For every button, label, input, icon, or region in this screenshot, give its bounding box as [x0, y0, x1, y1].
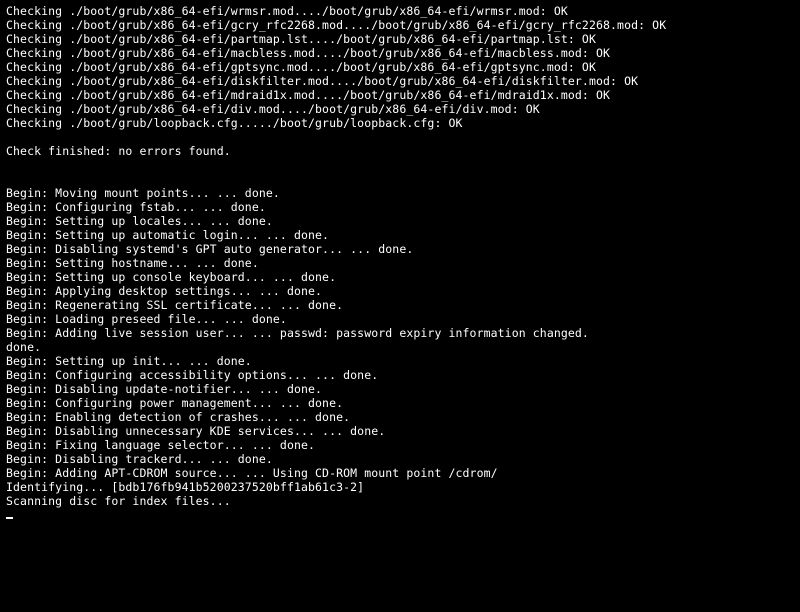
terminal-line: Begin: Disabling unnecessary KDE service…	[6, 424, 794, 438]
terminal-line: Begin: Adding APT-CDROM source... ... Us…	[6, 466, 794, 480]
terminal-line: Begin: Regenerating SSL certificate... .…	[6, 298, 794, 312]
terminal-line: Checking ./boot/grub/x86_64-efi/div.mod.…	[6, 102, 794, 116]
terminal-line: Checking ./boot/grub/x86_64-efi/gptsync.…	[6, 60, 794, 74]
boot-terminal-output: Checking ./boot/grub/x86_64-efi/wrmsr.mo…	[0, 0, 800, 522]
cursor-icon	[6, 517, 13, 519]
terminal-line: Checking ./boot/grub/x86_64-efi/partmap.…	[6, 32, 794, 46]
terminal-line: Checking ./boot/grub/x86_64-efi/gcry_rfc…	[6, 18, 794, 32]
terminal-line: Check finished: no errors found.	[6, 144, 794, 158]
terminal-line: Begin: Disabling trackerd... ... done.	[6, 452, 794, 466]
terminal-line: Begin: Configuring accessibility options…	[6, 368, 794, 382]
terminal-line: Begin: Configuring fstab... ... done.	[6, 200, 794, 214]
terminal-line: Begin: Disabling systemd's GPT auto gene…	[6, 242, 794, 256]
terminal-line: Begin: Setting hostname... ... done.	[6, 256, 794, 270]
terminal-line: Begin: Enabling detection of crashes... …	[6, 410, 794, 424]
terminal-line: Begin: Configuring power management... .…	[6, 396, 794, 410]
terminal-line: Scanning disc for index files...	[6, 494, 794, 508]
terminal-line: Begin: Loading preseed file... ... done.	[6, 312, 794, 326]
terminal-line: done.	[6, 340, 794, 354]
terminal-line: Begin: Setting up automatic login... ...…	[6, 228, 794, 242]
terminal-line: Checking ./boot/grub/x86_64-efi/diskfilt…	[6, 74, 794, 88]
terminal-line: Checking ./boot/grub/loopback.cfg...../b…	[6, 116, 794, 130]
terminal-line	[6, 130, 794, 144]
terminal-line: Checking ./boot/grub/x86_64-efi/mdraid1x…	[6, 88, 794, 102]
terminal-line: Begin: Setting up init... ... done.	[6, 354, 794, 368]
terminal-cursor-line	[6, 508, 794, 522]
terminal-line: Begin: Setting up console keyboard... ..…	[6, 270, 794, 284]
terminal-line: Begin: Applying desktop settings... ... …	[6, 284, 794, 298]
terminal-line	[6, 158, 794, 172]
terminal-line: Begin: Fixing language selector... ... d…	[6, 438, 794, 452]
terminal-line: Identifying... [bdb176fb941b5200237520bf…	[6, 480, 794, 494]
terminal-line: Checking ./boot/grub/x86_64-efi/macbless…	[6, 46, 794, 60]
terminal-line: Begin: Disabling update-notifier... ... …	[6, 382, 794, 396]
terminal-line: Begin: Adding live session user... ... p…	[6, 326, 794, 340]
terminal-line	[6, 172, 794, 186]
terminal-line: Begin: Moving mount points... ... done.	[6, 186, 794, 200]
terminal-line: Begin: Setting up locales... ... done.	[6, 214, 794, 228]
terminal-line: Checking ./boot/grub/x86_64-efi/wrmsr.mo…	[6, 4, 794, 18]
